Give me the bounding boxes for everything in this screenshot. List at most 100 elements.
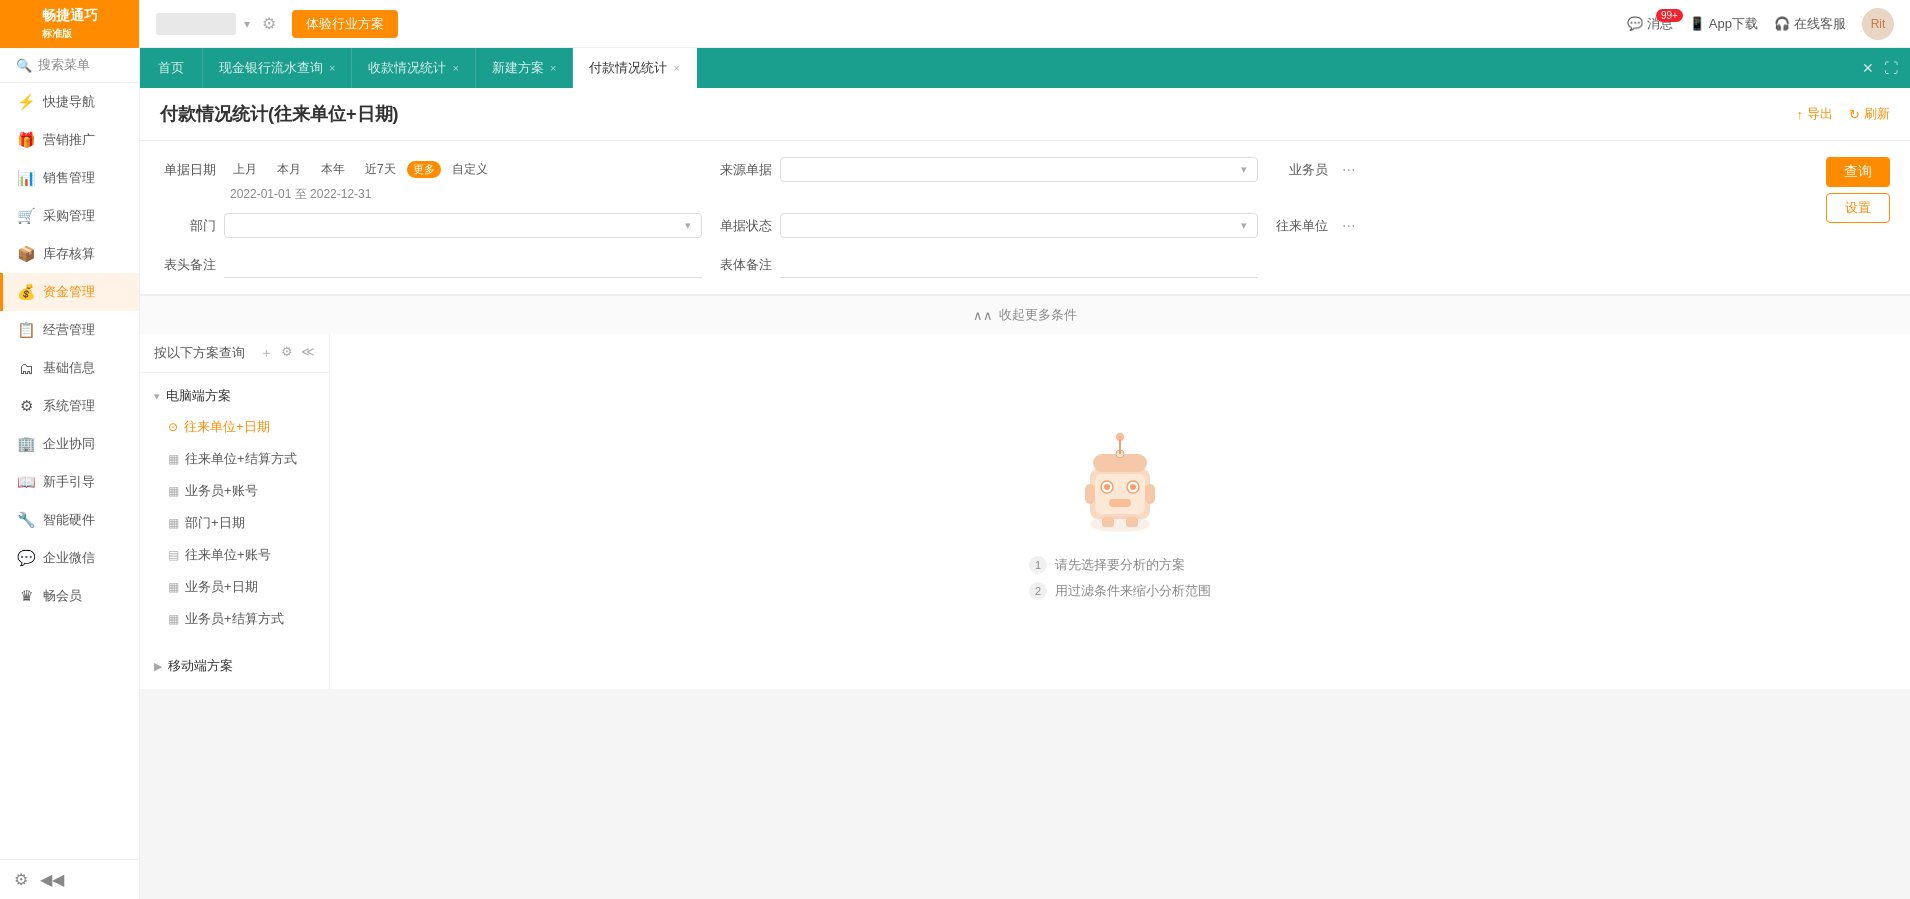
source-label: 来源单据	[716, 161, 772, 179]
date-btn-this-year[interactable]: 本年	[312, 157, 354, 182]
sidebar-label: 智能硬件	[43, 511, 95, 529]
sidebar-label: 销售管理	[43, 169, 95, 187]
user-dropdown-icon[interactable]: ▾	[244, 17, 250, 31]
date-btn-custom[interactable]: 自定义	[443, 157, 497, 182]
sidebar-item-system[interactable]: ⚙ 系统管理	[0, 387, 139, 425]
pc-scheme-title[interactable]: ▾ 电脑端方案	[140, 381, 329, 411]
online-service-btn[interactable]: 🎧 在线客服	[1774, 15, 1846, 33]
page-header: 付款情况统计(往来单位+日期) ↑ 导出 ↻ 刷新	[140, 88, 1910, 141]
search-menu[interactable]: 🔍 搜索菜单	[0, 48, 139, 83]
settings-icon[interactable]: ⚙	[262, 14, 276, 33]
scheme-table-icon: ▤	[168, 548, 179, 562]
sidebar-label: 采购管理	[43, 207, 95, 225]
empty-hint-2: 2 用过滤条件来缩小分析范围	[1029, 582, 1211, 600]
sidebar-item-enterprise[interactable]: 🏢 企业协同	[0, 425, 139, 463]
scheme-item-salesperson-account[interactable]: ▦ 业务员+账号	[140, 475, 329, 507]
collapse-scheme-icon[interactable]: ≪	[301, 344, 315, 362]
mobile-scheme-title[interactable]: ▶ 移动端方案	[140, 651, 329, 681]
counterparty-dots[interactable]: ···	[1342, 217, 1355, 235]
collapse-sidebar-icon[interactable]: ◀◀	[40, 870, 64, 889]
source-select[interactable]: ▾	[780, 157, 1258, 182]
salesperson-dots[interactable]: ···	[1342, 161, 1355, 179]
sidebar-item-basic[interactable]: 🗂 基础信息	[0, 349, 139, 387]
user-selector[interactable]	[156, 13, 236, 35]
header-note-input[interactable]	[224, 252, 702, 278]
scheme-item-salesperson-date[interactable]: ▦ 业务员+日期	[140, 571, 329, 603]
refresh-label: 刷新	[1864, 105, 1890, 123]
tab-receipt-close-icon[interactable]: ×	[452, 62, 458, 74]
scheme-item-salesperson-settle[interactable]: ▦ 业务员+结算方式	[140, 603, 329, 635]
query-btn[interactable]: 查询	[1826, 157, 1890, 187]
dept-select[interactable]: ▾	[224, 213, 702, 238]
scheme-item-counterparty-account[interactable]: ▤ 往来单位+账号	[140, 539, 329, 571]
system-icon: ⚙	[17, 397, 35, 415]
tabbar-actions: ✕ ⛶	[1850, 48, 1910, 88]
scheme-item-dept-date[interactable]: ▦ 部门+日期	[140, 507, 329, 539]
sidebar-label: 畅会员	[43, 587, 82, 605]
sidebar-item-weixin[interactable]: 💬 企业微信	[0, 539, 139, 577]
hint-num-2: 2	[1029, 582, 1047, 600]
body-note-input[interactable]	[780, 252, 1258, 278]
sidebar-label: 基础信息	[43, 359, 95, 377]
export-btn[interactable]: ↑ 导出	[1797, 105, 1834, 123]
settings-btn[interactable]: 设置	[1826, 193, 1890, 223]
main-body: 按以下方案查询 ＋ ⚙ ≪ ▾ 电脑端方案	[140, 334, 1910, 689]
trial-btn[interactable]: 体验行业方案	[292, 10, 398, 38]
sidebar-item-purchase[interactable]: 🛒 采购管理	[0, 197, 139, 235]
collapse-bar[interactable]: ∧∧ 收起更多条件	[140, 295, 1910, 334]
messages-btn[interactable]: 💬 消息 99+	[1627, 15, 1673, 33]
sidebar-menu: ⚡ 快捷导航 🎁 营销推广 📊 销售管理 🛒 采购管理 📦 库存核算 💰 资金管…	[0, 83, 139, 859]
scheme-item-counterparty-date[interactable]: ⊙ 往来单位+日期	[140, 411, 329, 443]
doc-status-label: 单据状态	[716, 217, 772, 235]
pc-section-arrow: ▾	[154, 390, 160, 403]
sidebar-item-marketing[interactable]: 🎁 营销推广	[0, 121, 139, 159]
scheme-item-counterparty-settle[interactable]: ▦ 往来单位+结算方式	[140, 443, 329, 475]
date-btn-this-month[interactable]: 本月	[268, 157, 310, 182]
doc-status-select[interactable]: ▾	[780, 213, 1258, 238]
tab-new-scheme-close-icon[interactable]: ×	[550, 62, 556, 74]
sidebar-item-quick-nav[interactable]: ⚡ 快捷导航	[0, 83, 139, 121]
search-icon: 🔍	[16, 58, 32, 73]
tab-payment[interactable]: 付款情况统计 ×	[573, 48, 696, 88]
maximize-icon[interactable]: ⛶	[1884, 60, 1898, 76]
sidebar-item-guide[interactable]: 📖 新手引导	[0, 463, 139, 501]
svg-rect-7	[1109, 499, 1131, 507]
close-all-tabs-icon[interactable]: ✕	[1862, 60, 1874, 76]
sidebar-item-vip[interactable]: ♛ 畅会员	[0, 577, 139, 615]
weixin-icon: 💬	[17, 549, 35, 567]
date-btn-7days[interactable]: 近7天	[356, 157, 405, 182]
source-arrow: ▾	[1241, 163, 1247, 176]
sidebar-item-sales[interactable]: 📊 销售管理	[0, 159, 139, 197]
date-filter-label: 单据日期	[160, 161, 216, 179]
settings-scheme-icon[interactable]: ⚙	[281, 344, 293, 362]
date-more-tag[interactable]: 更多	[407, 161, 441, 178]
messages-badge: 99+	[1656, 9, 1683, 22]
add-scheme-icon[interactable]: ＋	[260, 344, 273, 362]
scheme-grid-icon3: ▦	[168, 516, 179, 530]
logo-text: 畅捷通巧	[42, 7, 98, 25]
sidebar-item-hardware[interactable]: 🔧 智能硬件	[0, 501, 139, 539]
tab-payment-label: 付款情况统计	[589, 59, 667, 77]
app-download-btn[interactable]: 📱 App下载	[1689, 15, 1758, 33]
tab-payment-close-icon[interactable]: ×	[673, 62, 679, 74]
empty-state: 1 请先选择要分析的方案 2 用过滤条件来缩小分析范围	[330, 334, 1910, 689]
topbar-right: 💬 消息 99+ 📱 App下载 🎧 在线客服 Rit	[1627, 8, 1894, 40]
chevron-up-icon: ∧∧	[973, 308, 993, 323]
sidebar-item-inventory[interactable]: 📦 库存核算	[0, 235, 139, 273]
settings-footer-icon[interactable]: ⚙	[14, 870, 28, 889]
tab-home[interactable]: 首页	[140, 48, 203, 88]
sidebar-item-fund[interactable]: 💰 资金管理	[0, 273, 139, 311]
tab-bank[interactable]: 现金银行流水查询 ×	[203, 48, 352, 88]
scheme-panel-icons: ＋ ⚙ ≪	[260, 344, 315, 362]
salesperson-label: 业务员	[1272, 161, 1328, 179]
sidebar-item-operation[interactable]: 📋 经营管理	[0, 311, 139, 349]
tab-new-scheme[interactable]: 新建方案 ×	[476, 48, 573, 88]
empty-hint-1: 1 请先选择要分析的方案	[1029, 556, 1211, 574]
tab-receipt[interactable]: 收款情况统计 ×	[352, 48, 475, 88]
user-avatar[interactable]: Rit	[1862, 8, 1894, 40]
tab-bank-close-icon[interactable]: ×	[329, 62, 335, 74]
sidebar-label: 快捷导航	[43, 93, 95, 111]
scheme-grid-icon2: ▦	[168, 484, 179, 498]
date-btn-last-month[interactable]: 上月	[224, 157, 266, 182]
refresh-btn[interactable]: ↻ 刷新	[1849, 105, 1890, 123]
